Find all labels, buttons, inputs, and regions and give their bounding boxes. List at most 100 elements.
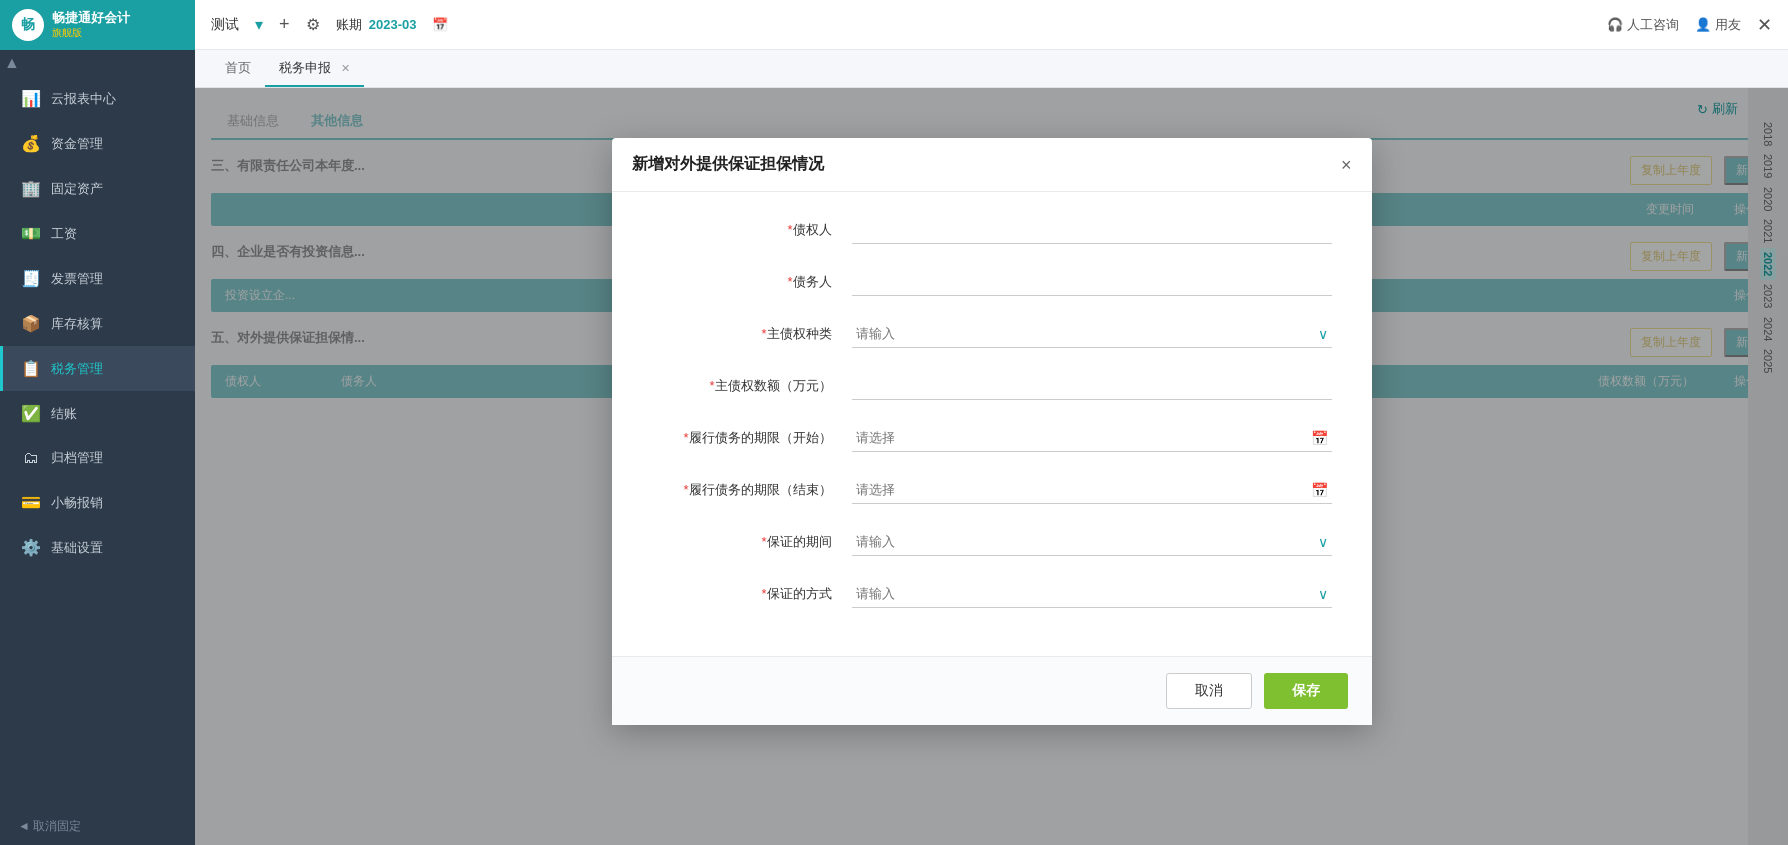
sidebar-item-jichu[interactable]: ⚙️ 基础设置	[0, 525, 195, 570]
tab-tax[interactable]: 税务申报 ✕	[265, 51, 364, 87]
jiezhang-icon: ✅	[21, 404, 41, 423]
form-input-creditor[interactable]	[852, 216, 1332, 244]
sidebar-item-label: 库存核算	[51, 315, 103, 333]
app-title: 畅捷通好会计	[52, 10, 130, 27]
sidebar-item-shuiwu[interactable]: 📋 税务管理	[0, 346, 195, 391]
form-input-claim_type[interactable]	[852, 320, 1332, 348]
modal-header: 新增对外提供保证担保情况 ×	[612, 138, 1372, 192]
sidebar-item-kucun[interactable]: 📦 库存核算	[0, 301, 195, 346]
form-label-claim_amount: *主债权数额（万元）	[652, 377, 852, 395]
sidebar-item-gudingzichan[interactable]: 🏢固定资产	[0, 166, 195, 211]
form-input-start_date[interactable]	[852, 424, 1332, 452]
period-label: 账期 2023-03	[336, 16, 417, 34]
sidebar-item-label: 资金管理	[51, 135, 103, 153]
calendar-icon-end_date[interactable]: 📅	[1311, 482, 1328, 498]
form-input-guarantee_period[interactable]	[852, 528, 1332, 556]
settings-icon[interactable]: ⚙	[306, 15, 320, 34]
form-label-guarantee_period: *保证的期间	[652, 533, 852, 551]
shuiwu-icon: 📋	[21, 359, 41, 378]
sidebar-item-label: 工资	[51, 225, 77, 243]
tab-home[interactable]: 首页	[211, 51, 265, 87]
form-row-end_date: *履行债务的期限（结束） 📅	[652, 476, 1332, 504]
form-label-start_date: *履行债务的期限（开始）	[652, 429, 852, 447]
gongzi-icon: 💵	[21, 224, 41, 243]
company-dropdown-icon[interactable]: ▾	[255, 15, 263, 34]
headset-icon: 🎧	[1607, 17, 1623, 32]
form-date-wrap-end_date: 📅	[852, 476, 1332, 504]
sidebar-item-label: 归档管理	[51, 449, 103, 467]
gudingzichan-icon: 🏢	[21, 179, 41, 198]
xiaochang-icon: 💳	[21, 493, 41, 512]
form-label-creditor: *债权人	[652, 221, 852, 239]
form-control-creditor	[852, 216, 1332, 244]
modal-body: *债权人*债务人*主债权种类 ∨ *主债权数额（万元）*履行债务的期限（开始） …	[612, 192, 1372, 656]
sidebar-item-guidang[interactable]: 🗂 归档管理	[0, 436, 195, 480]
modal-title: 新增对外提供保证担保情况	[632, 154, 824, 175]
guidang-icon: 🗂	[21, 449, 41, 467]
form-input-debtor[interactable]	[852, 268, 1332, 296]
sidebar-item-label: 云报表中心	[51, 90, 116, 108]
sidebar-item-yunbao[interactable]: 📊云报表中心	[0, 76, 195, 121]
topbar-close-button[interactable]: ✕	[1757, 14, 1772, 36]
content-area: 基础信息 其他信息 三、有限责任公司本年度... 复制上年度 新增	[195, 88, 1788, 845]
company-name: 测试	[211, 16, 239, 34]
sidebar-item-fapiao[interactable]: 🧾发票管理	[0, 256, 195, 301]
form-row-creditor: *债权人	[652, 216, 1332, 244]
kucun-icon: 📦	[21, 314, 41, 333]
period-value: 2023-03	[369, 17, 417, 32]
sidebar-item-label: 小畅报销	[51, 494, 103, 512]
form-input-end_date[interactable]	[852, 476, 1332, 504]
sidebar-item-gongzi[interactable]: 💵 工资	[0, 211, 195, 256]
sidebar-item-jiezhang[interactable]: ✅ 结账	[0, 391, 195, 436]
tab-close-icon[interactable]: ✕	[341, 62, 350, 74]
form-label-debtor: *债务人	[652, 273, 852, 291]
sidebar-footer[interactable]: ◄ 取消固定	[0, 808, 195, 845]
cancel-button[interactable]: 取消	[1166, 673, 1252, 709]
user-icon: 👤	[1695, 17, 1711, 32]
support-button[interactable]: 🎧 人工咨询	[1607, 16, 1679, 34]
user-button[interactable]: 👤 用友	[1695, 16, 1741, 34]
modal-dialog: 新增对外提供保证担保情况 × *债权人*债务人*主债权种类 ∨ *主债权数额（万…	[612, 138, 1372, 725]
sidebar-item-label: 发票管理	[51, 270, 103, 288]
app-logo: 畅	[12, 9, 44, 41]
form-control-claim_type: ∨	[852, 320, 1332, 348]
app-badge: 旗舰版	[52, 26, 130, 40]
sidebar-nav: 📊云报表中心 💰 资金管理 🏢固定资产 💵 工资 🧾发票管理 📦 库存核算 📋 税务管理 ✅ 结账 🗂 归档…	[0, 76, 195, 570]
form-control-debtor	[852, 268, 1332, 296]
sidebar-header: 畅 畅捷通好会计 旗舰版	[0, 0, 195, 50]
form-input-guarantee_method[interactable]	[852, 580, 1332, 608]
calendar-icon[interactable]: 📅	[432, 17, 448, 32]
form-label-end_date: *履行债务的期限（结束）	[652, 481, 852, 499]
form-control-guarantee_period: ∨	[852, 528, 1332, 556]
form-control-guarantee_method: ∨	[852, 580, 1332, 608]
sidebar-item-zijin[interactable]: 💰 资金管理	[0, 121, 195, 166]
form-control-claim_amount	[852, 372, 1332, 400]
form-date-wrap-start_date: 📅	[852, 424, 1332, 452]
calendar-icon-start_date[interactable]: 📅	[1311, 430, 1328, 446]
jichu-icon: ⚙️	[21, 538, 41, 557]
modal-footer: 取消 保存	[612, 656, 1372, 725]
modal-form: *债权人*债务人*主债权种类 ∨ *主债权数额（万元）*履行债务的期限（开始） …	[652, 216, 1332, 608]
form-input-claim_amount[interactable]	[852, 372, 1332, 400]
zijin-icon: 💰	[21, 134, 41, 153]
main-content: 测试 ▾ + ⚙ 账期 2023-03 📅 🎧 人工咨询 👤 用友 ✕	[195, 0, 1788, 845]
form-row-guarantee_period: *保证的期间 ∨	[652, 528, 1332, 556]
form-select-wrap-claim_type: ∨	[852, 320, 1332, 348]
form-row-start_date: *履行债务的期限（开始） 📅	[652, 424, 1332, 452]
form-select-wrap-guarantee_period: ∨	[852, 528, 1332, 556]
sidebar-item-xiaochang[interactable]: 💳 小畅报销	[0, 480, 195, 525]
sidebar-item-label: 结账	[51, 405, 77, 423]
modal-overlay: 新增对外提供保证担保情况 × *债权人*债务人*主债权种类 ∨ *主债权数额（万…	[195, 88, 1788, 845]
add-button[interactable]: +	[279, 14, 290, 35]
form-row-claim_amount: *主债权数额（万元）	[652, 372, 1332, 400]
topbar: 测试 ▾ + ⚙ 账期 2023-03 📅 🎧 人工咨询 👤 用友 ✕	[195, 0, 1788, 50]
sidebar-scroll-up[interactable]: ▲	[0, 50, 195, 76]
sidebar-item-label: 基础设置	[51, 539, 103, 557]
form-row-guarantee_method: *保证的方式 ∨	[652, 580, 1332, 608]
unpin-label: ◄ 取消固定	[18, 818, 81, 835]
modal-close-button[interactable]: ×	[1341, 156, 1352, 174]
save-button[interactable]: 保存	[1264, 673, 1348, 709]
sidebar-item-label: 税务管理	[51, 360, 103, 378]
sidebar-scroll: ▲ 📊云报表中心 💰 资金管理 🏢固定资产 💵 工资 🧾发票管理 📦 库存核算 📋 税务管理 ✅ 结账 🗂…	[0, 50, 195, 808]
form-control-start_date: 📅	[852, 424, 1332, 452]
